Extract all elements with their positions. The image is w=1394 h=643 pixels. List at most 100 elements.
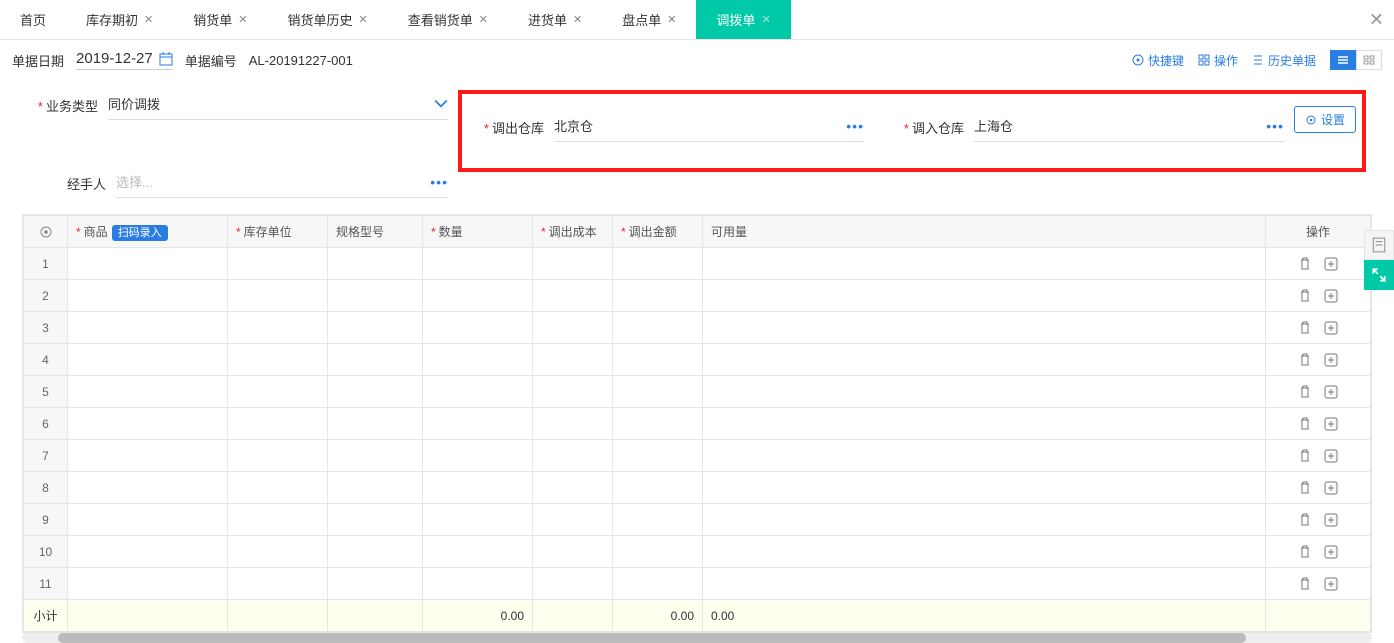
side-expand-button[interactable] xyxy=(1364,260,1394,290)
cell-spec[interactable] xyxy=(328,504,423,536)
cell-cost[interactable] xyxy=(533,376,613,408)
col-gear[interactable] xyxy=(24,216,68,248)
more-icon[interactable]: ••• xyxy=(430,174,448,190)
side-notes-button[interactable] xyxy=(1364,230,1394,260)
add-row-icon[interactable] xyxy=(1324,417,1338,431)
cell-unit[interactable] xyxy=(228,472,328,504)
delete-row-icon[interactable] xyxy=(1298,353,1312,367)
cell-qty[interactable] xyxy=(423,504,533,536)
scrollbar-thumb[interactable] xyxy=(58,633,1246,643)
table-row[interactable]: 6 xyxy=(24,408,1371,440)
cell-amount[interactable] xyxy=(613,568,703,600)
add-row-icon[interactable] xyxy=(1324,321,1338,335)
close-icon[interactable]: ✕ xyxy=(359,13,368,26)
cell-unit[interactable] xyxy=(228,440,328,472)
cell-product[interactable] xyxy=(68,280,228,312)
delete-row-icon[interactable] xyxy=(1298,417,1312,431)
cell-amount[interactable] xyxy=(613,248,703,280)
tab-home[interactable]: 首页 xyxy=(0,0,66,39)
cell-avail[interactable] xyxy=(703,568,1266,600)
out-wh-input[interactable]: 北京仓 ••• xyxy=(554,112,864,142)
table-row[interactable]: 10 xyxy=(24,536,1371,568)
cell-qty[interactable] xyxy=(423,280,533,312)
cell-amount[interactable] xyxy=(613,280,703,312)
table-row[interactable]: 7 xyxy=(24,440,1371,472)
date-field[interactable]: 2019-12-27 xyxy=(76,50,173,70)
cell-amount[interactable] xyxy=(613,440,703,472)
cell-qty[interactable] xyxy=(423,536,533,568)
close-icon[interactable]: ✕ xyxy=(238,13,247,26)
cell-qty[interactable] xyxy=(423,472,533,504)
view-grid-button[interactable] xyxy=(1356,50,1382,70)
cell-cost[interactable] xyxy=(533,408,613,440)
close-icon[interactable]: ✕ xyxy=(573,13,582,26)
cell-avail[interactable] xyxy=(703,408,1266,440)
cell-avail[interactable] xyxy=(703,312,1266,344)
tab-sales-history[interactable]: 销货单历史✕ xyxy=(267,0,387,39)
tab-inventory-init[interactable]: 库存期初✕ xyxy=(66,0,173,39)
add-row-icon[interactable] xyxy=(1324,577,1338,591)
cell-unit[interactable] xyxy=(228,312,328,344)
cell-product[interactable] xyxy=(68,472,228,504)
cell-qty[interactable] xyxy=(423,312,533,344)
cell-amount[interactable] xyxy=(613,376,703,408)
actions-link[interactable]: 操作 xyxy=(1198,52,1238,69)
cell-qty[interactable] xyxy=(423,408,533,440)
cell-spec[interactable] xyxy=(328,248,423,280)
cell-spec[interactable] xyxy=(328,536,423,568)
delete-row-icon[interactable] xyxy=(1298,321,1312,335)
close-page-icon[interactable]: ✕ xyxy=(1369,9,1384,30)
cell-amount[interactable] xyxy=(613,472,703,504)
tab-stocktake[interactable]: 盘点单✕ xyxy=(602,0,696,39)
cell-cost[interactable] xyxy=(533,440,613,472)
in-wh-input[interactable]: 上海仓 ••• xyxy=(974,112,1284,142)
cell-product[interactable] xyxy=(68,504,228,536)
table-row[interactable]: 5 xyxy=(24,376,1371,408)
tab-view-sales[interactable]: 查看销货单✕ xyxy=(388,0,508,39)
cell-amount[interactable] xyxy=(613,408,703,440)
cell-unit[interactable] xyxy=(228,280,328,312)
delete-row-icon[interactable] xyxy=(1298,545,1312,559)
add-row-icon[interactable] xyxy=(1324,289,1338,303)
add-row-icon[interactable] xyxy=(1324,449,1338,463)
add-row-icon[interactable] xyxy=(1324,481,1338,495)
more-icon[interactable]: ••• xyxy=(1266,118,1284,134)
cell-cost[interactable] xyxy=(533,280,613,312)
cell-product[interactable] xyxy=(68,312,228,344)
close-icon[interactable]: ✕ xyxy=(479,13,488,26)
cell-amount[interactable] xyxy=(613,536,703,568)
cell-qty[interactable] xyxy=(423,248,533,280)
cell-unit[interactable] xyxy=(228,344,328,376)
add-row-icon[interactable] xyxy=(1324,257,1338,271)
tab-transfer[interactable]: 调拨单✕ xyxy=(696,0,790,39)
cell-product[interactable] xyxy=(68,248,228,280)
table-row[interactable]: 11 xyxy=(24,568,1371,600)
cell-product[interactable] xyxy=(68,568,228,600)
delete-row-icon[interactable] xyxy=(1298,513,1312,527)
cell-spec[interactable] xyxy=(328,440,423,472)
cell-spec[interactable] xyxy=(328,344,423,376)
cell-unit[interactable] xyxy=(228,408,328,440)
cell-spec[interactable] xyxy=(328,312,423,344)
delete-row-icon[interactable] xyxy=(1298,257,1312,271)
add-row-icon[interactable] xyxy=(1324,545,1338,559)
cell-unit[interactable] xyxy=(228,248,328,280)
delete-row-icon[interactable] xyxy=(1298,449,1312,463)
cell-cost[interactable] xyxy=(533,312,613,344)
cell-qty[interactable] xyxy=(423,376,533,408)
cell-product[interactable] xyxy=(68,408,228,440)
cell-avail[interactable] xyxy=(703,440,1266,472)
tab-purchase[interactable]: 进货单✕ xyxy=(508,0,602,39)
table-row[interactable]: 3 xyxy=(24,312,1371,344)
cell-cost[interactable] xyxy=(533,568,613,600)
cell-cost[interactable] xyxy=(533,504,613,536)
close-icon[interactable]: ✕ xyxy=(144,13,153,26)
cell-product[interactable] xyxy=(68,440,228,472)
table-row[interactable]: 2 xyxy=(24,280,1371,312)
cell-avail[interactable] xyxy=(703,504,1266,536)
cell-avail[interactable] xyxy=(703,472,1266,504)
cell-unit[interactable] xyxy=(228,504,328,536)
delete-row-icon[interactable] xyxy=(1298,481,1312,495)
biz-type-input[interactable]: 同价调拨 xyxy=(108,90,448,120)
cell-unit[interactable] xyxy=(228,568,328,600)
